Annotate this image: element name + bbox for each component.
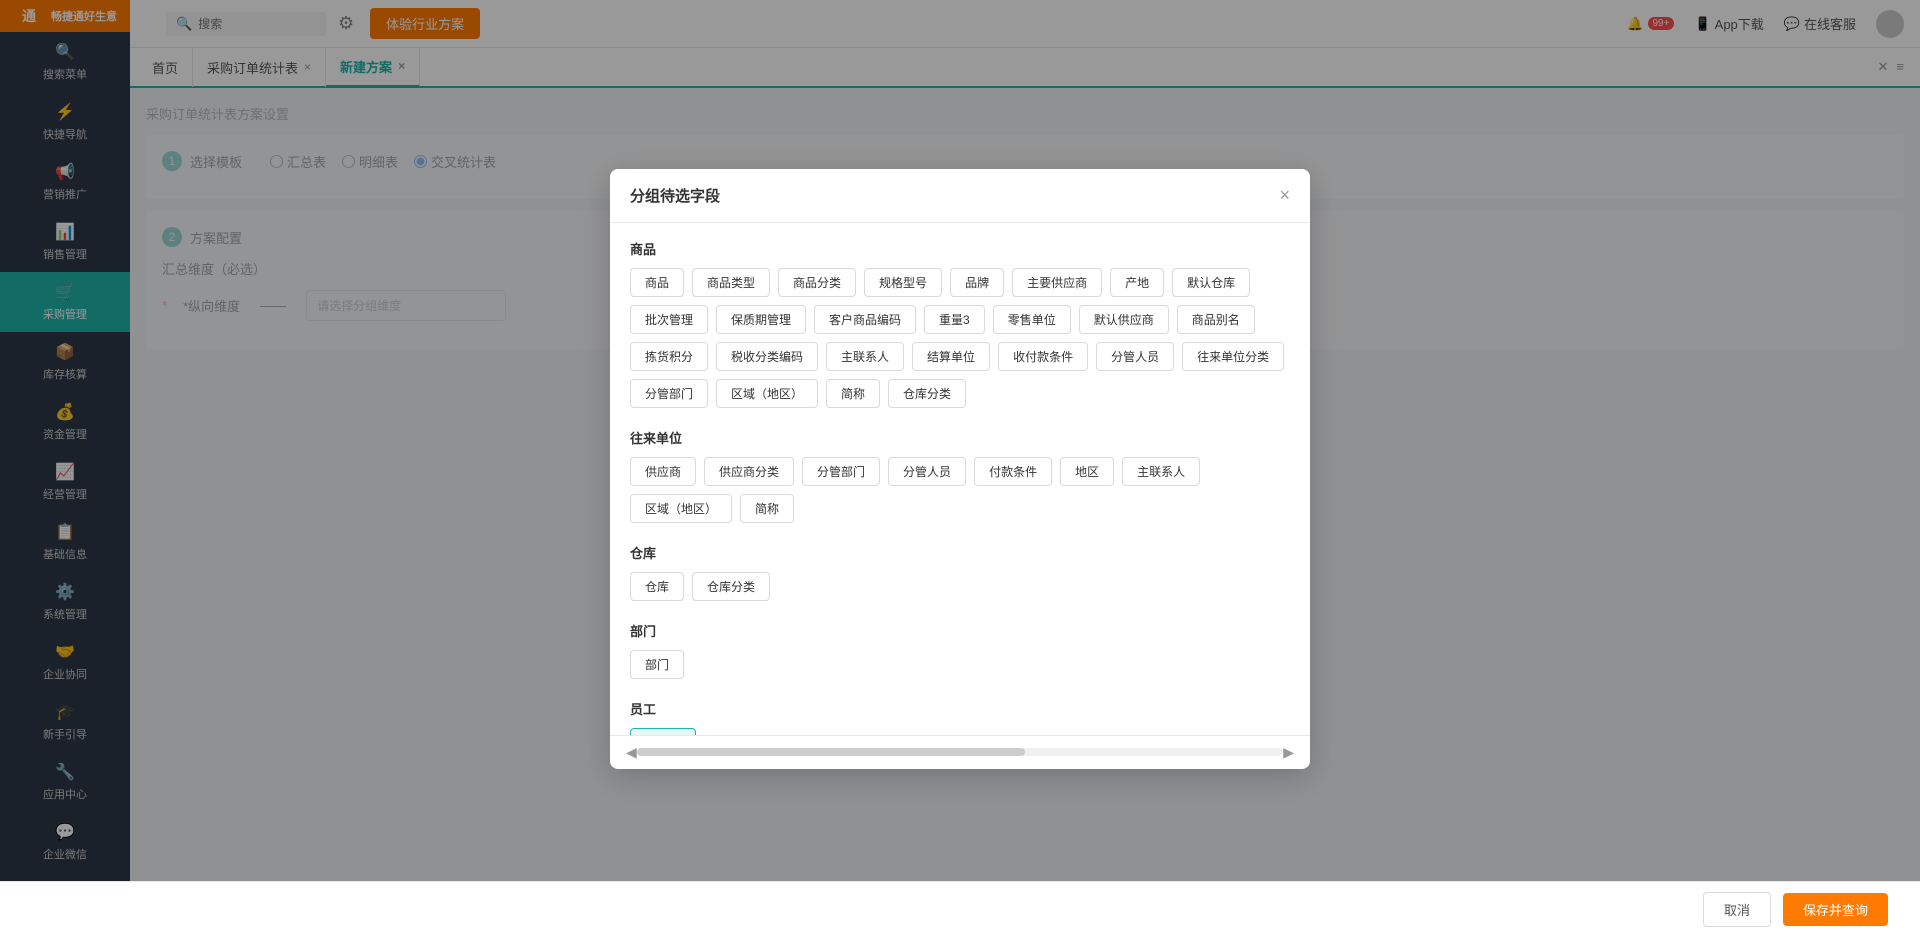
field-section-4: 员工业务员 <box>630 699 1290 735</box>
modal-scroll-area: ◀ ▶ <box>610 735 1310 769</box>
field-tag-0-7[interactable]: 默认仓库 <box>1172 268 1250 297</box>
field-tag-0-3[interactable]: 规格型号 <box>864 268 942 297</box>
cancel-button[interactable]: 取消 <box>1703 892 1771 927</box>
field-tag-0-22[interactable]: 分管部门 <box>630 379 708 408</box>
field-tag-1-2[interactable]: 分管部门 <box>802 457 880 486</box>
field-tag-0-24[interactable]: 简称 <box>826 379 880 408</box>
field-tag-0-9[interactable]: 保质期管理 <box>716 305 806 334</box>
scrollbar-thumb <box>637 748 1025 756</box>
field-tag-1-6[interactable]: 主联系人 <box>1122 457 1200 486</box>
field-tag-1-8[interactable]: 简称 <box>740 494 794 523</box>
modal-header: 分组待选字段 × <box>610 169 1310 223</box>
modal: 分组待选字段 × 商品商品商品类型商品分类规格型号品牌主要供应商产地默认仓库批次… <box>610 169 1310 769</box>
field-tag-0-0[interactable]: 商品 <box>630 268 684 297</box>
modal-overlay: 分组待选字段 × 商品商品商品类型商品分类规格型号品牌主要供应商产地默认仓库批次… <box>0 0 1920 937</box>
field-section-title-1: 往来单位 <box>630 428 1290 447</box>
field-tag-0-23[interactable]: 区域（地区） <box>716 379 818 408</box>
field-tag-1-4[interactable]: 付款条件 <box>974 457 1052 486</box>
field-tags-2: 仓库仓库分类 <box>630 572 1290 601</box>
field-tag-0-10[interactable]: 客户商品编码 <box>814 305 916 334</box>
field-tags-4: 业务员 <box>630 728 1290 735</box>
field-tag-1-1[interactable]: 供应商分类 <box>704 457 794 486</box>
field-tag-1-0[interactable]: 供应商 <box>630 457 696 486</box>
field-tag-2-1[interactable]: 仓库分类 <box>692 572 770 601</box>
field-section-3: 部门部门 <box>630 621 1290 679</box>
modal-close-button[interactable]: × <box>1279 185 1290 206</box>
field-tag-0-6[interactable]: 产地 <box>1110 268 1164 297</box>
field-tag-0-8[interactable]: 批次管理 <box>630 305 708 334</box>
modal-title: 分组待选字段 <box>630 185 720 206</box>
field-section-0: 商品商品商品类型商品分类规格型号品牌主要供应商产地默认仓库批次管理保质期管理客户… <box>630 239 1290 408</box>
field-tag-4-0[interactable]: 业务员 <box>630 728 696 735</box>
save-button[interactable]: 保存并查询 <box>1783 893 1888 926</box>
field-section-title-2: 仓库 <box>630 543 1290 562</box>
field-tag-0-2[interactable]: 商品分类 <box>778 268 856 297</box>
field-tags-3: 部门 <box>630 650 1290 679</box>
field-tag-0-17[interactable]: 主联系人 <box>826 342 904 371</box>
field-tags-0: 商品商品类型商品分类规格型号品牌主要供应商产地默认仓库批次管理保质期管理客户商品… <box>630 268 1290 408</box>
field-tag-1-3[interactable]: 分管人员 <box>888 457 966 486</box>
field-tag-0-20[interactable]: 分管人员 <box>1096 342 1174 371</box>
scroll-right-arrow[interactable]: ▶ <box>1283 744 1294 761</box>
field-tags-1: 供应商供应商分类分管部门分管人员付款条件地区主联系人区域（地区） 简称 <box>630 457 1290 523</box>
field-section-1: 往来单位供应商供应商分类分管部门分管人员付款条件地区主联系人区域（地区） 简称 <box>630 428 1290 523</box>
field-tag-0-5[interactable]: 主要供应商 <box>1012 268 1102 297</box>
field-section-title-0: 商品 <box>630 239 1290 258</box>
field-section-2: 仓库仓库仓库分类 <box>630 543 1290 601</box>
field-tag-0-4[interactable]: 品牌 <box>950 268 1004 297</box>
field-tag-3-0[interactable]: 部门 <box>630 650 684 679</box>
field-tag-1-7[interactable]: 区域（地区） <box>630 494 732 523</box>
field-section-title-4: 员工 <box>630 699 1290 718</box>
scroll-left-arrow[interactable]: ◀ <box>626 744 637 761</box>
field-tag-2-0[interactable]: 仓库 <box>630 572 684 601</box>
field-tag-0-16[interactable]: 税收分类编码 <box>716 342 818 371</box>
field-tag-0-21[interactable]: 往来单位分类 <box>1182 342 1284 371</box>
field-tag-0-19[interactable]: 收付款条件 <box>998 342 1088 371</box>
field-section-title-3: 部门 <box>630 621 1290 640</box>
field-tag-0-1[interactable]: 商品类型 <box>692 268 770 297</box>
field-tag-0-13[interactable]: 默认供应商 <box>1079 305 1169 334</box>
modal-body: 商品商品商品类型商品分类规格型号品牌主要供应商产地默认仓库批次管理保质期管理客户… <box>610 223 1310 735</box>
horizontal-scrollbar[interactable] <box>637 748 1283 756</box>
page-footer: 取消 保存并查询 <box>0 881 1920 937</box>
field-tag-0-18[interactable]: 结算单位 <box>912 342 990 371</box>
field-tag-0-14[interactable]: 商品别名 <box>1177 305 1255 334</box>
field-tag-0-11[interactable]: 重量3 <box>924 305 985 334</box>
field-tag-1-5[interactable]: 地区 <box>1060 457 1114 486</box>
field-tag-0-15[interactable]: 拣货积分 <box>630 342 708 371</box>
field-tag-0-12[interactable]: 零售单位 <box>993 305 1071 334</box>
field-tag-0-25[interactable]: 仓库分类 <box>888 379 966 408</box>
